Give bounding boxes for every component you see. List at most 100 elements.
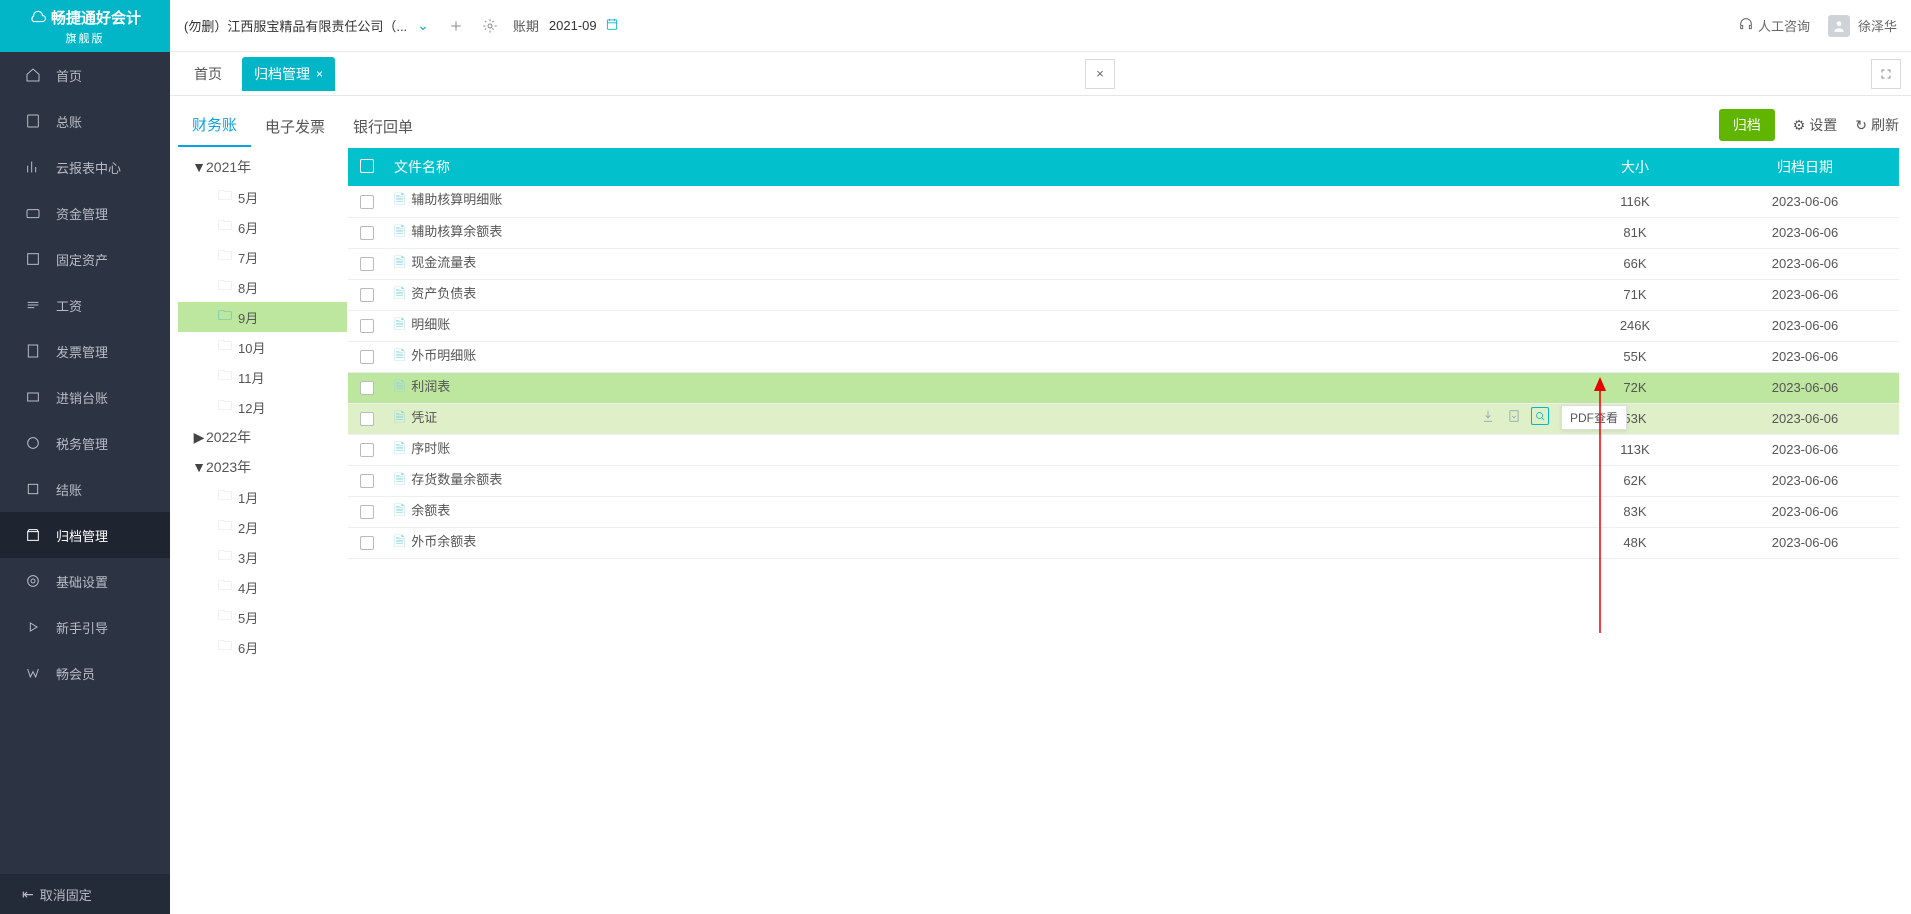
- table-row[interactable]: 🗎凭证PDF查看53K2023-06-06: [348, 403, 1899, 434]
- tree-label: 2023年: [206, 457, 251, 477]
- tab-close-all[interactable]: ×: [1085, 59, 1115, 89]
- tree-month[interactable]: 🗀6月: [178, 632, 347, 662]
- table-row[interactable]: 🗎明细账246K2023-06-06: [348, 310, 1899, 341]
- tree-month[interactable]: 🗀4月: [178, 572, 347, 602]
- download-excel-icon[interactable]: [1479, 407, 1497, 425]
- tree-year-2022[interactable]: ▶2022年: [178, 422, 347, 452]
- subtab-list: 财务账 电子发票 银行回单: [178, 103, 427, 147]
- gear-icon[interactable]: [479, 15, 501, 37]
- subtab-einvoice[interactable]: 电子发票: [251, 106, 339, 147]
- file-name: 序时账: [411, 441, 450, 456]
- refresh-link[interactable]: ↻刷新: [1855, 115, 1899, 135]
- row-checkbox[interactable]: [360, 474, 374, 488]
- tab-archive[interactable]: 归档管理 ×: [242, 57, 335, 91]
- menu-inventory[interactable]: 进销台账: [0, 374, 170, 420]
- support-label: 人工咨询: [1758, 16, 1810, 35]
- menu-assets[interactable]: 固定资产: [0, 236, 170, 282]
- settings-link[interactable]: ⚙设置: [1793, 115, 1838, 135]
- tree-month[interactable]: 🗀5月: [178, 182, 347, 212]
- logo-sub: 旗舰版: [66, 30, 105, 46]
- company-dropdown[interactable]: ⌄: [417, 17, 429, 34]
- menu-ledger[interactable]: 总账: [0, 98, 170, 144]
- month-label: 12月: [238, 398, 265, 417]
- table-row[interactable]: 🗎现金流量表66K2023-06-06: [348, 248, 1899, 279]
- period-value[interactable]: 2021-09: [549, 18, 597, 33]
- user-menu[interactable]: 徐泽华: [1828, 15, 1897, 37]
- menu-reports[interactable]: 云报表中心: [0, 144, 170, 190]
- row-checkbox[interactable]: [360, 226, 374, 240]
- tree-month[interactable]: 🗀8月: [178, 272, 347, 302]
- row-checkbox[interactable]: [360, 381, 374, 395]
- tree-month[interactable]: 🗀11月: [178, 362, 347, 392]
- company-name: (勿删）江西服宝精品有限责任公司（...: [184, 16, 407, 35]
- table-row[interactable]: 🗎辅助核算明细账116K2023-06-06: [348, 186, 1899, 217]
- month-label: 2月: [238, 518, 258, 537]
- file-size: 66K: [1559, 248, 1699, 279]
- sidebar-unpin[interactable]: ⇤ 取消固定: [0, 874, 170, 914]
- menu-home[interactable]: 首页: [0, 52, 170, 98]
- support-link[interactable]: 人工咨询: [1738, 16, 1810, 35]
- tree-month[interactable]: 🗀5月: [178, 602, 347, 632]
- file-icon: 🗎: [394, 502, 405, 518]
- unpin-icon: ⇤: [22, 886, 34, 903]
- tree-month[interactable]: 🗀7月: [178, 242, 347, 272]
- menu-settings[interactable]: 基础设置: [0, 558, 170, 604]
- row-checkbox[interactable]: [360, 443, 374, 457]
- row-checkbox[interactable]: [360, 412, 374, 426]
- tree-year-2021[interactable]: ▼2021年: [178, 152, 347, 182]
- file-icon: 🗎: [394, 409, 405, 425]
- file-date: 2023-06-06: [1699, 186, 1899, 217]
- calendar-icon[interactable]: [605, 17, 619, 34]
- row-checkbox[interactable]: [360, 350, 374, 364]
- menu-guide[interactable]: 新手引导: [0, 604, 170, 650]
- archive-button[interactable]: 归档: [1719, 109, 1775, 141]
- month-label: 11月: [238, 368, 265, 387]
- row-checkbox[interactable]: [360, 505, 374, 519]
- table-row[interactable]: 🗎外币明细账55K2023-06-06: [348, 341, 1899, 372]
- table-row[interactable]: 🗎资产负债表71K2023-06-06: [348, 279, 1899, 310]
- table-row[interactable]: 🗎外币余额表48K2023-06-06: [348, 527, 1899, 558]
- row-checkbox[interactable]: [360, 195, 374, 209]
- row-checkbox[interactable]: [360, 536, 374, 550]
- checkbox-all[interactable]: [360, 159, 374, 173]
- row-checkbox[interactable]: [360, 288, 374, 302]
- row-checkbox[interactable]: [360, 319, 374, 333]
- pdf-preview-icon[interactable]: [1531, 407, 1549, 425]
- subtab-finance[interactable]: 财务账: [178, 104, 251, 147]
- file-size: 116K: [1559, 186, 1699, 217]
- tab-fullscreen[interactable]: [1871, 59, 1901, 89]
- file-size: 71K: [1559, 279, 1699, 310]
- tree-month[interactable]: 🗀9月: [178, 302, 347, 332]
- tab-close-icon[interactable]: ×: [316, 67, 323, 81]
- tree-month[interactable]: 🗀3月: [178, 542, 347, 572]
- logo-text: 畅捷通好会计: [51, 7, 141, 28]
- tree-year-2023[interactable]: ▼2023年: [178, 452, 347, 482]
- menu-archive[interactable]: 归档管理: [0, 512, 170, 558]
- table-row[interactable]: 🗎存货数量余额表62K2023-06-06: [348, 465, 1899, 496]
- download-pdf-icon[interactable]: [1505, 407, 1523, 425]
- file-icon: 🗎: [394, 191, 405, 207]
- menu-label: 基础设置: [56, 572, 108, 591]
- tree-month[interactable]: 🗀2月: [178, 512, 347, 542]
- menu-funds[interactable]: 资金管理: [0, 190, 170, 236]
- tree-month[interactable]: 🗀6月: [178, 212, 347, 242]
- tree-month[interactable]: 🗀12月: [178, 392, 347, 422]
- table-row[interactable]: 🗎利润表72K2023-06-06: [348, 372, 1899, 403]
- tree-month[interactable]: 🗀1月: [178, 482, 347, 512]
- file-name: 存货数量余额表: [411, 472, 502, 487]
- file-icon: 🗎: [394, 533, 405, 549]
- table-row[interactable]: 🗎序时账113K2023-06-06: [348, 434, 1899, 465]
- tree-month[interactable]: 🗀10月: [178, 332, 347, 362]
- menu-label: 归档管理: [56, 526, 108, 545]
- tab-home[interactable]: 首页: [184, 64, 232, 84]
- subtab-bank[interactable]: 银行回单: [339, 106, 427, 147]
- add-icon[interactable]: [445, 15, 467, 37]
- menu-invoice[interactable]: 发票管理: [0, 328, 170, 374]
- menu-salary[interactable]: 工资: [0, 282, 170, 328]
- menu-close[interactable]: 结账: [0, 466, 170, 512]
- table-row[interactable]: 🗎辅助核算余额表81K2023-06-06: [348, 217, 1899, 248]
- menu-member[interactable]: 畅会员: [0, 650, 170, 696]
- menu-tax[interactable]: 税务管理: [0, 420, 170, 466]
- table-row[interactable]: 🗎余额表83K2023-06-06: [348, 496, 1899, 527]
- row-checkbox[interactable]: [360, 257, 374, 271]
